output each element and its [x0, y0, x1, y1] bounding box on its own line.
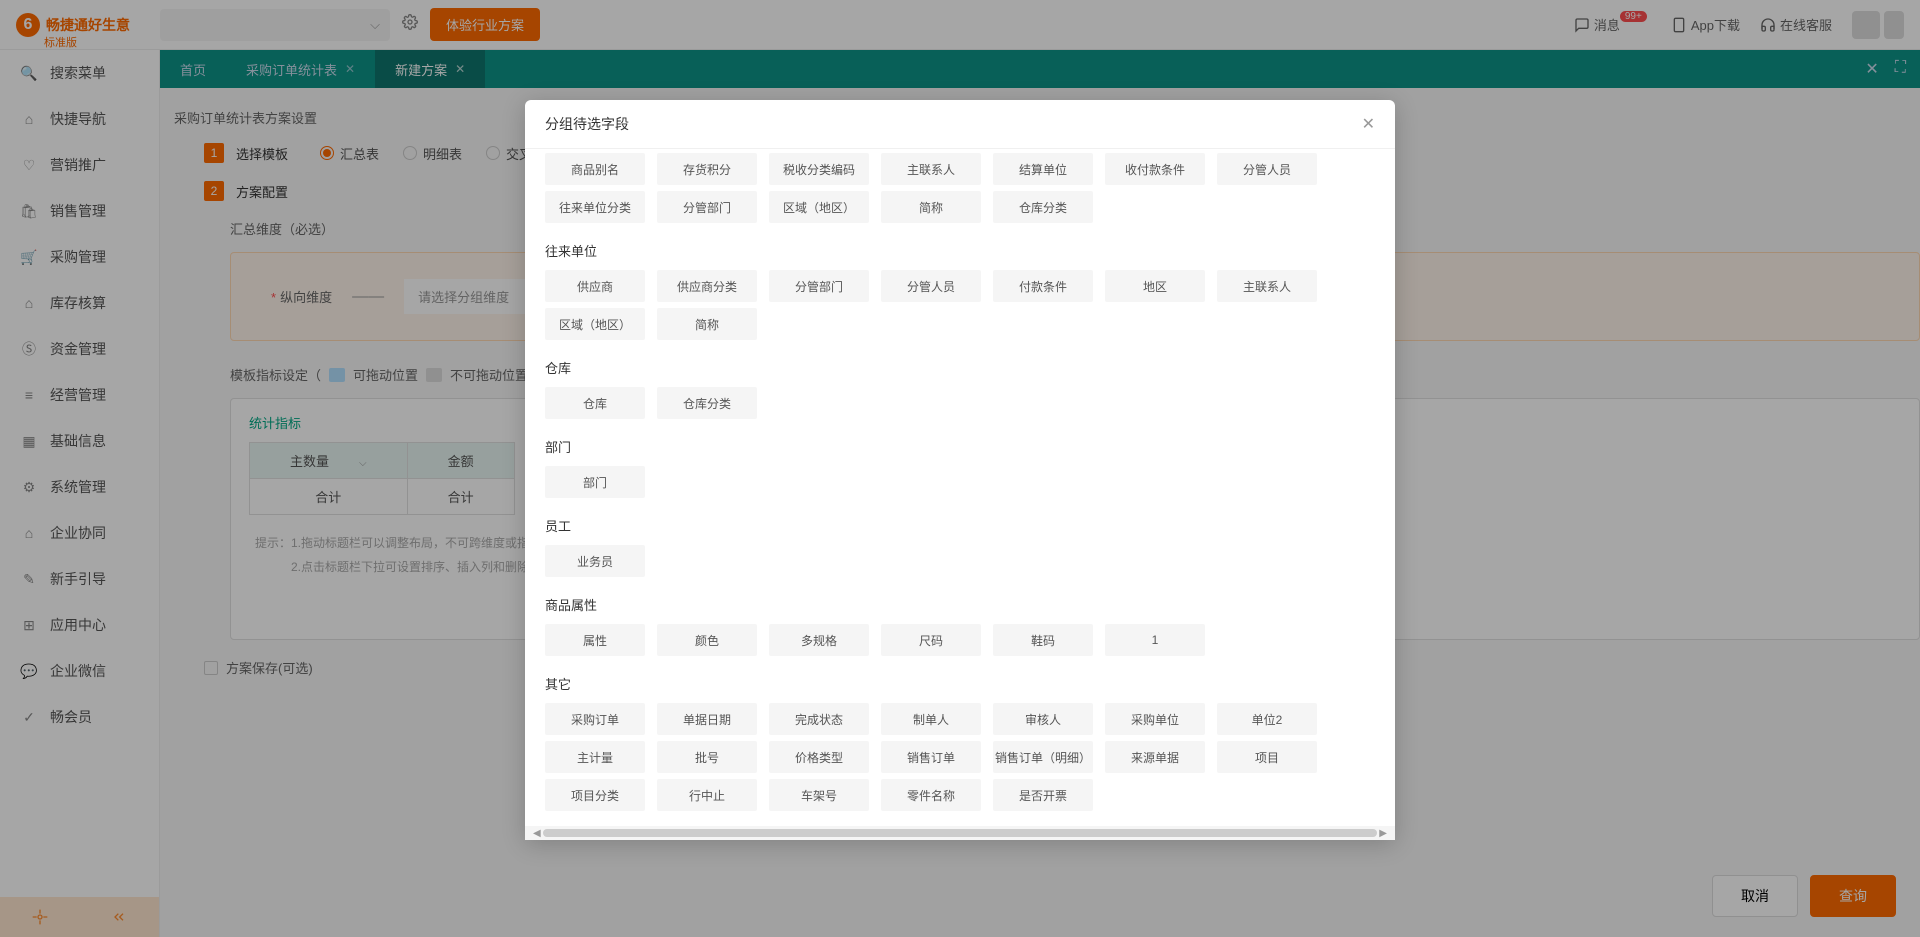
field-chip[interactable]: 往来单位分类 — [545, 191, 645, 223]
field-chip[interactable]: 多规格 — [769, 624, 869, 656]
field-chip[interactable]: 价格类型 — [769, 741, 869, 773]
field-chip[interactable]: 单据日期 — [657, 703, 757, 735]
scroll-left-icon[interactable]: ◀ — [533, 828, 541, 839]
field-row: 仓库仓库分类 — [545, 387, 1375, 419]
field-chip[interactable]: 1 — [1105, 624, 1205, 656]
field-chip[interactable]: 业务员 — [545, 545, 645, 577]
field-chip[interactable]: 商品别名 — [545, 153, 645, 185]
modal-title: 分组待选字段 — [545, 114, 629, 134]
scroll-right-icon[interactable]: ▶ — [1379, 828, 1387, 839]
field-chip[interactable]: 车架号 — [769, 779, 869, 811]
field-chip[interactable]: 存货积分 — [657, 153, 757, 185]
field-chip[interactable]: 主联系人 — [881, 153, 981, 185]
field-chip[interactable]: 单位2 — [1217, 703, 1317, 735]
field-chip[interactable]: 区域（地区） — [769, 191, 869, 223]
field-chip[interactable]: 结算单位 — [993, 153, 1093, 185]
field-chip[interactable]: 项目 — [1217, 741, 1317, 773]
field-chip[interactable]: 分管部门 — [657, 191, 757, 223]
field-chip[interactable]: 采购单位 — [1105, 703, 1205, 735]
field-chip[interactable]: 批号 — [657, 741, 757, 773]
modal-body[interactable]: 商品别名存货积分税收分类编码主联系人结算单位收付款条件分管人员往来单位分类分管部… — [525, 149, 1395, 826]
field-chip[interactable]: 分管部门 — [769, 270, 869, 302]
field-chip[interactable]: 属性 — [545, 624, 645, 656]
field-chip[interactable]: 区域（地区） — [545, 308, 645, 340]
field-row: 区域（地区） 简称 — [545, 308, 1375, 340]
field-group-title: 其它 — [545, 674, 1375, 693]
field-row: 商品别名存货积分税收分类编码主联系人结算单位收付款条件分管人员 — [545, 153, 1375, 185]
field-row: 采购订单单据日期完成状态制单人审核人采购单位单位2 — [545, 703, 1375, 735]
field-chip[interactable]: 颜色 — [657, 624, 757, 656]
field-chip[interactable]: 零件名称 — [881, 779, 981, 811]
field-chip[interactable]: 销售订单（明细） — [993, 741, 1093, 773]
field-chip[interactable]: 简称 — [657, 308, 757, 340]
field-row: 属性颜色多规格尺码鞋码 1 — [545, 624, 1375, 656]
field-chip[interactable]: 主计量 — [545, 741, 645, 773]
field-selector-modal: 分组待选字段 ✕ 商品别名存货积分税收分类编码主联系人结算单位收付款条件分管人员… — [525, 100, 1395, 840]
scroll-thumb[interactable] — [543, 829, 1378, 837]
field-chip[interactable]: 制单人 — [881, 703, 981, 735]
field-group-title: 商品属性 — [545, 595, 1375, 614]
field-row: 供应商供应商分类分管部门分管人员付款条件地区主联系人 — [545, 270, 1375, 302]
field-chip[interactable]: 仓库分类 — [657, 387, 757, 419]
field-group-title: 员工 — [545, 516, 1375, 535]
field-chip[interactable]: 简称 — [881, 191, 981, 223]
field-chip[interactable]: 仓库分类 — [993, 191, 1093, 223]
field-row: 往来单位分类分管部门区域（地区） 简称仓库分类 — [545, 191, 1375, 223]
field-chip[interactable]: 分管人员 — [1217, 153, 1317, 185]
field-chip[interactable]: 尺码 — [881, 624, 981, 656]
field-chip[interactable]: 完成状态 — [769, 703, 869, 735]
modal-header: 分组待选字段 ✕ — [525, 100, 1395, 149]
close-icon[interactable]: ✕ — [1362, 114, 1375, 134]
field-chip[interactable]: 行中止 — [657, 779, 757, 811]
field-group-title: 往来单位 — [545, 241, 1375, 260]
field-chip[interactable]: 分管人员 — [881, 270, 981, 302]
field-chip[interactable]: 地区 — [1105, 270, 1205, 302]
field-chip[interactable]: 是否开票 — [993, 779, 1093, 811]
field-chip[interactable]: 审核人 — [993, 703, 1093, 735]
field-group-title: 部门 — [545, 437, 1375, 456]
horizontal-scrollbar[interactable]: ◀ ▶ — [525, 826, 1395, 840]
field-chip[interactable]: 税收分类编码 — [769, 153, 869, 185]
field-chip[interactable]: 仓库 — [545, 387, 645, 419]
field-chip[interactable]: 收付款条件 — [1105, 153, 1205, 185]
field-row: 业务员 — [545, 545, 1375, 577]
field-chip[interactable]: 主联系人 — [1217, 270, 1317, 302]
field-chip[interactable]: 来源单据 — [1105, 741, 1205, 773]
field-row: 项目分类行中止车架号零件名称是否开票 — [545, 779, 1375, 811]
field-chip[interactable]: 部门 — [545, 466, 645, 498]
field-group-title: 仓库 — [545, 358, 1375, 377]
field-chip[interactable]: 项目分类 — [545, 779, 645, 811]
field-chip[interactable]: 供应商分类 — [657, 270, 757, 302]
field-chip[interactable]: 采购订单 — [545, 703, 645, 735]
field-chip[interactable]: 销售订单 — [881, 741, 981, 773]
field-chip[interactable]: 供应商 — [545, 270, 645, 302]
field-row: 部门 — [545, 466, 1375, 498]
field-chip[interactable]: 付款条件 — [993, 270, 1093, 302]
field-row: 主计量批号价格类型销售订单销售订单（明细） 来源单据项目 — [545, 741, 1375, 773]
field-chip[interactable]: 鞋码 — [993, 624, 1093, 656]
